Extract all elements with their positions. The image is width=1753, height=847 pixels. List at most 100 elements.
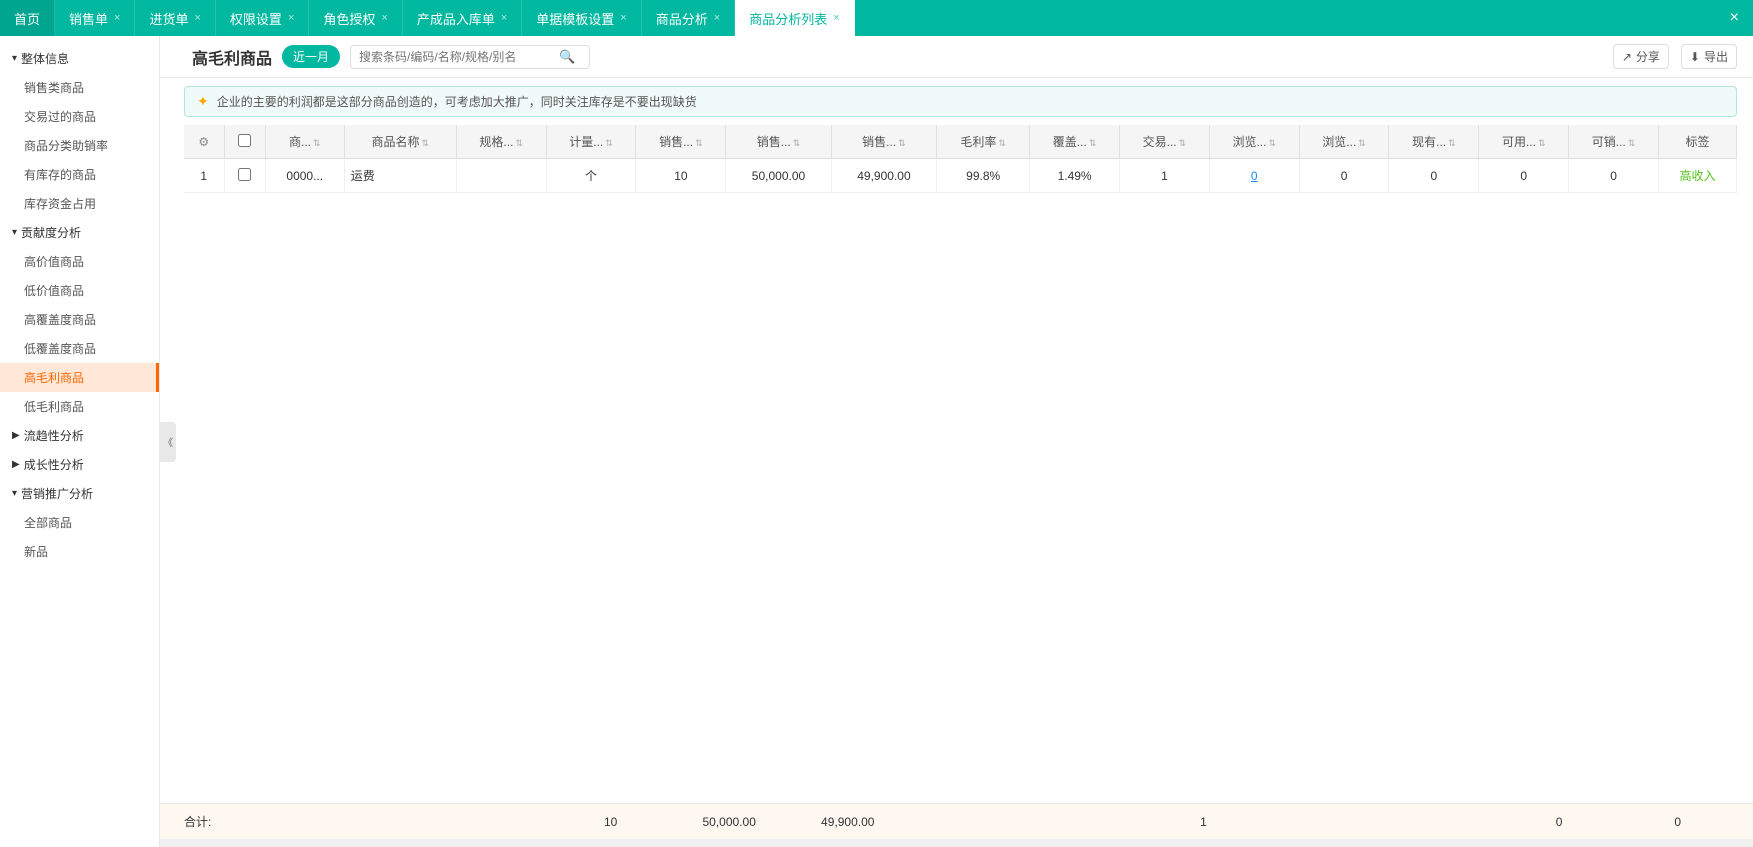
nav-permission-settings[interactable]: 权限设置 × <box>216 0 309 36</box>
nav-purchase-order[interactable]: 进货单 × <box>135 0 215 36</box>
select-all-checkbox[interactable] <box>238 134 251 147</box>
row-checkbox[interactable] <box>224 159 265 193</box>
sort-coverage-icon[interactable]: ⇅ <box>1089 138 1097 148</box>
col-spec[interactable]: 规格...⇅ <box>456 125 546 159</box>
search-icon[interactable]: 🔍 <box>559 49 575 65</box>
close-all-tabs-button[interactable]: × <box>1716 9 1753 27</box>
row-unit: 个 <box>546 159 636 193</box>
export-button[interactable]: ⬇ 导出 <box>1681 44 1737 69</box>
sort-views1-icon[interactable]: ⇅ <box>1268 138 1276 148</box>
col-settings[interactable]: ⚙ <box>184 125 224 159</box>
sort-views2-icon[interactable]: ⇅ <box>1358 138 1366 148</box>
close-product-analysis-icon[interactable]: × <box>714 12 720 24</box>
sidebar-item-low-coverage[interactable]: 低覆盖度商品 <box>0 334 159 363</box>
footer-sales-cost: 49,900.00 <box>788 815 907 829</box>
col-available-stock[interactable]: 可用...⇅ <box>1479 125 1569 159</box>
col-sales-qty[interactable]: 销售...⇅ <box>636 125 726 159</box>
close-permission-settings-icon[interactable]: × <box>288 12 294 24</box>
bottom-scrollbar[interactable] <box>160 839 1753 847</box>
sidebar-item-all-goods[interactable]: 全部商品 <box>0 508 159 537</box>
col-sales-cost[interactable]: 销售...⇅ <box>831 125 936 159</box>
sidebar-item-in-stock-goods[interactable]: 有库存的商品 <box>0 160 159 189</box>
close-product-analysis-list-icon[interactable]: × <box>833 12 839 24</box>
sidebar-group-growth-analysis[interactable]: ▶ 成长性分析 <box>0 450 159 479</box>
col-unit[interactable]: 计量...⇅ <box>546 125 636 159</box>
col-code[interactable]: 商...⇅ <box>265 125 344 159</box>
sidebar-group-marketing-analysis[interactable]: ▾ 营销推广分析 <box>0 479 159 508</box>
sort-sellable-icon[interactable]: ⇅ <box>1628 138 1636 148</box>
col-checkbox[interactable] <box>224 125 265 159</box>
search-input[interactable] <box>359 50 559 64</box>
col-gross-margin[interactable]: 毛利率⇅ <box>937 125 1030 159</box>
sidebar-group-trend-analysis[interactable]: ▶ 流趋性分析 <box>0 421 159 450</box>
close-template-settings-icon[interactable]: × <box>620 12 626 24</box>
sort-sales-qty-icon[interactable]: ⇅ <box>695 138 703 148</box>
nav-product-instock[interactable]: 产成品入库单 × <box>403 0 522 36</box>
row-transactions: 1 <box>1120 159 1210 193</box>
sort-name-icon[interactable]: ⇅ <box>422 138 430 148</box>
settings-icon[interactable]: ⚙ <box>190 135 218 149</box>
expand-marketing-icon: ▾ <box>12 488 17 499</box>
row-sellable: 0 <box>1569 159 1659 193</box>
footer-current-stock: 0 <box>1500 815 1619 829</box>
row-code: 0000... <box>265 159 344 193</box>
share-button[interactable]: ↗ 分享 <box>1613 44 1669 69</box>
sidebar-item-low-value[interactable]: 低价值商品 <box>0 276 159 305</box>
sort-available-stock-icon[interactable]: ⇅ <box>1538 138 1546 148</box>
row-available-stock: 0 <box>1479 159 1569 193</box>
nav-product-analysis-list[interactable]: 商品分析列表 × <box>735 0 854 36</box>
col-name[interactable]: 商品名称⇅ <box>344 125 456 159</box>
nav-sales-order[interactable]: 销售单 × <box>55 0 135 36</box>
row-views1[interactable]: 0 <box>1209 159 1299 193</box>
sidebar: ▾ 整体信息 销售类商品 交易过的商品 商品分类助销率 有库存的商品 库存资金占… <box>0 36 160 847</box>
sort-gross-margin-icon[interactable]: ⇅ <box>998 138 1006 148</box>
col-views2[interactable]: 浏览...⇅ <box>1299 125 1389 159</box>
col-sellable[interactable]: 可销...⇅ <box>1569 125 1659 159</box>
expand-growth-icon: ▶ <box>12 459 20 470</box>
sort-spec-icon[interactable]: ⇅ <box>515 138 523 148</box>
sort-current-stock-icon[interactable]: ⇅ <box>1448 138 1456 148</box>
sidebar-item-low-margin[interactable]: 低毛利商品 <box>0 392 159 421</box>
row-views2: 0 <box>1299 159 1389 193</box>
sidebar-group-contribution-analysis[interactable]: ▾ 贡献度分析 <box>0 218 159 247</box>
sort-sales-amt-icon[interactable]: ⇅ <box>793 138 801 148</box>
sidebar-item-high-coverage[interactable]: 高覆盖度商品 <box>0 305 159 334</box>
sidebar-item-high-value[interactable]: 高价值商品 <box>0 247 159 276</box>
row-select-checkbox[interactable] <box>238 168 251 181</box>
sidebar-item-new-goods[interactable]: 新品 <box>0 537 159 566</box>
sort-sales-cost-icon[interactable]: ⇅ <box>898 138 906 148</box>
sidebar-collapse-button[interactable]: 《 <box>160 422 176 462</box>
nav-role-auth[interactable]: 角色授权 × <box>309 0 402 36</box>
sort-unit-icon[interactable]: ⇅ <box>605 138 613 148</box>
row-tag: 高收入 <box>1658 159 1736 193</box>
footer-label: 合计: <box>184 813 211 830</box>
nav-template-settings[interactable]: 单据模板设置 × <box>522 0 641 36</box>
sidebar-item-high-margin[interactable]: 高毛利商品 <box>0 363 159 392</box>
sort-transactions-icon[interactable]: ⇅ <box>1179 138 1187 148</box>
sidebar-item-stock-capital[interactable]: 库存资金占用 <box>0 189 159 218</box>
data-table: ⚙ 商...⇅ 商品名称⇅ 规格...⇅ 计量...⇅ 销售...⇅ 销售...… <box>184 125 1737 193</box>
sidebar-item-sales-goods[interactable]: 销售类商品 <box>0 73 159 102</box>
col-views1[interactable]: 浏览...⇅ <box>1209 125 1299 159</box>
sidebar-item-traded-goods[interactable]: 交易过的商品 <box>0 102 159 131</box>
col-coverage[interactable]: 覆盖...⇅ <box>1030 125 1120 159</box>
col-tag[interactable]: 标签 <box>1658 125 1736 159</box>
col-sales-amt[interactable]: 销售...⇅ <box>726 125 831 159</box>
filter-recent-month-button[interactable]: 近一月 <box>282 45 340 68</box>
footer-sales-qty: 10 <box>551 815 670 829</box>
close-product-instock-icon[interactable]: × <box>501 12 507 24</box>
nav-home[interactable]: 首页 <box>0 0 55 36</box>
close-purchase-order-icon[interactable]: × <box>194 12 200 24</box>
close-sales-order-icon[interactable]: × <box>114 12 120 24</box>
expand-trend-icon: ▶ <box>12 430 20 441</box>
nav-product-analysis[interactable]: 商品分析 × <box>642 0 735 36</box>
sort-code-icon[interactable]: ⇅ <box>313 138 321 148</box>
close-role-auth-icon[interactable]: × <box>381 12 387 24</box>
col-transactions[interactable]: 交易...⇅ <box>1120 125 1210 159</box>
sidebar-group-overall-info[interactable]: ▾ 整体信息 <box>0 44 159 73</box>
row-sales-amt: 50,000.00 <box>726 159 831 193</box>
expand-contribution-icon: ▾ <box>12 227 17 238</box>
table-footer: 合计: 10 50,000.00 49,900.00 1 0 0 <box>160 803 1753 839</box>
col-current-stock[interactable]: 现有...⇅ <box>1389 125 1479 159</box>
sidebar-item-category-sales-rate[interactable]: 商品分类助销率 <box>0 131 159 160</box>
